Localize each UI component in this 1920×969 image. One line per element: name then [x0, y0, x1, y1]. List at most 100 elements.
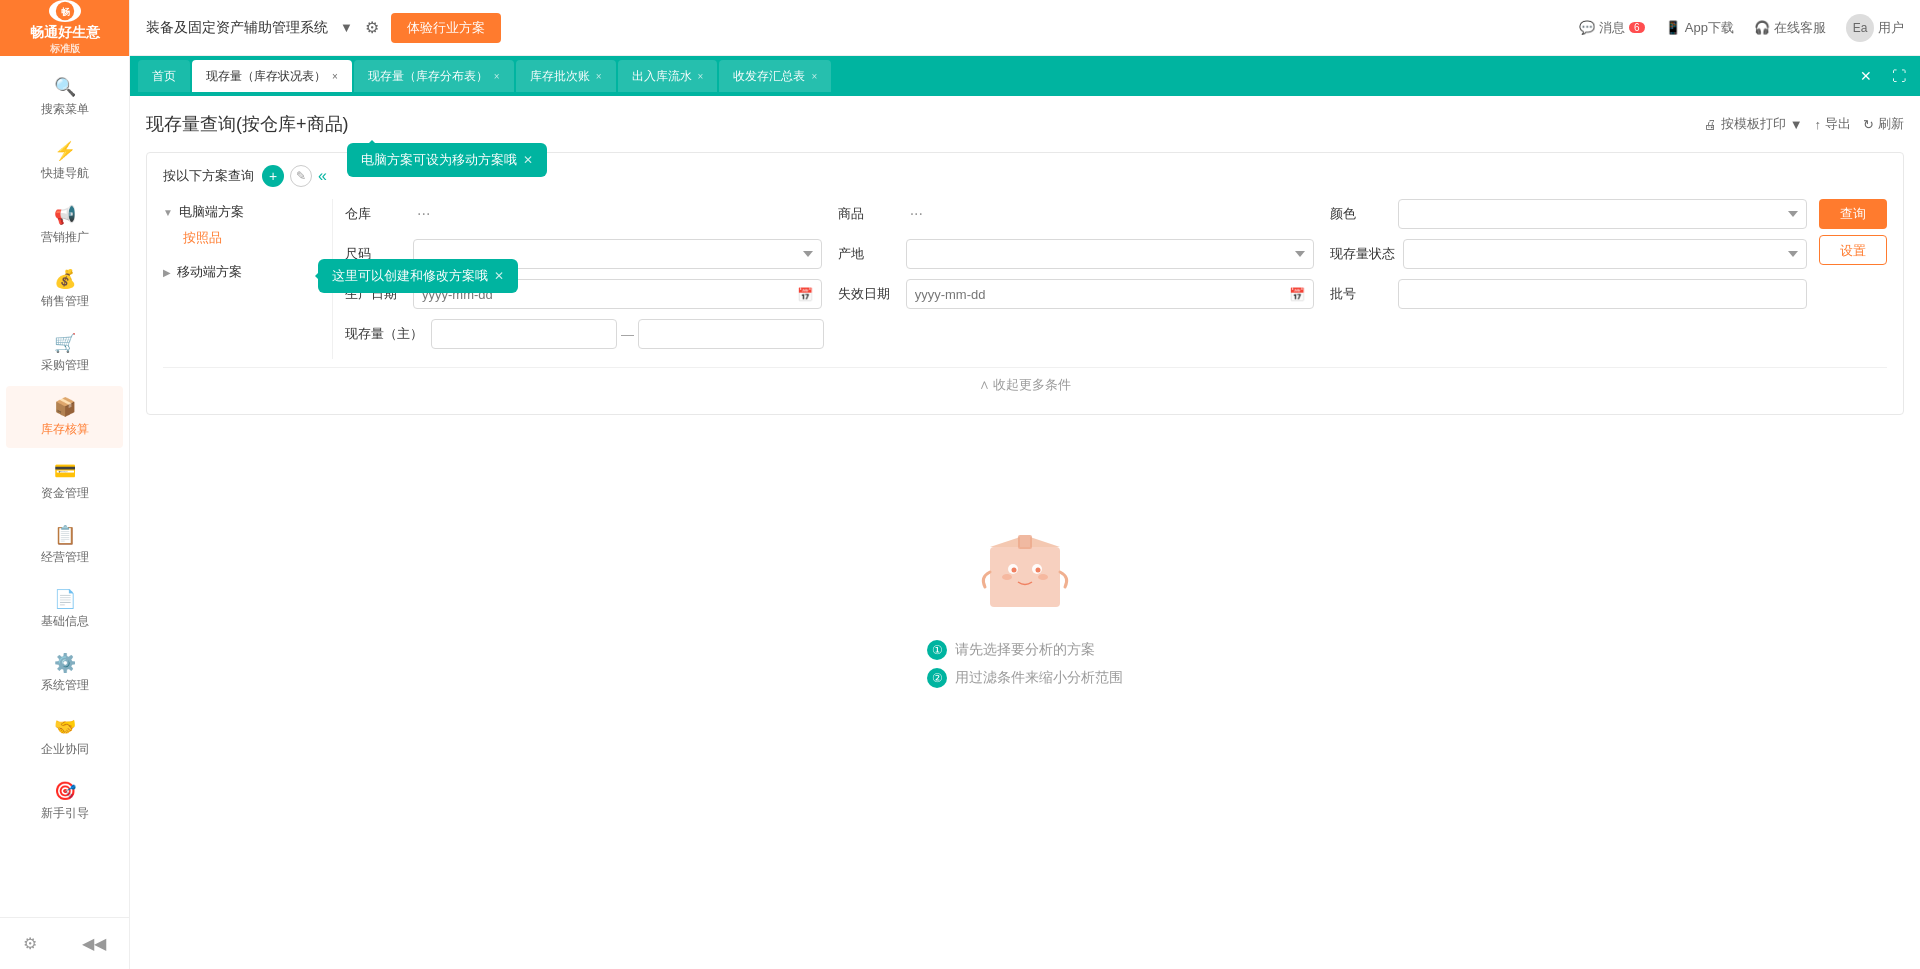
sidebar-item-system[interactable]: ⚙️ 系统管理	[6, 642, 123, 704]
print-button[interactable]: 🖨 按模板打印 ▼	[1704, 115, 1803, 133]
origin-select[interactable]	[906, 239, 1315, 269]
filter-add-button[interactable]: +	[262, 165, 284, 187]
user-item[interactable]: Ea 用户	[1846, 14, 1904, 42]
tab-home[interactable]: 首页	[138, 60, 190, 92]
filter-back-button[interactable]: «	[318, 167, 327, 185]
collapse-sidebar-icon[interactable]: ◀◀	[74, 930, 114, 957]
product-ellipsis-btn[interactable]: ···	[906, 205, 927, 223]
sidebar-item-finance[interactable]: 💳 资金管理	[6, 450, 123, 512]
tooltip2-close-icon[interactable]: ✕	[494, 269, 504, 283]
search-icon: 🔍	[54, 76, 76, 98]
expire-date-calendar-icon[interactable]: 📅	[1289, 287, 1305, 302]
tab-label-inventory_dist: 现存量（库存分布表）	[368, 68, 488, 85]
tab-in_out_flow[interactable]: 出入库流水×	[618, 60, 718, 92]
collapse-bar[interactable]: ∧ 收起更多条件	[163, 367, 1887, 402]
warehouse-label: 仓库	[345, 205, 405, 223]
enterprise-icon: 🤝	[54, 716, 76, 738]
mobile-scheme-header[interactable]: ▶ 移动端方案	[163, 259, 320, 285]
color-select[interactable]	[1398, 199, 1807, 229]
tab-close-batch_account[interactable]: ×	[596, 71, 602, 82]
svg-rect-3	[1018, 535, 1032, 549]
stock-qty-max[interactable]	[638, 319, 824, 349]
tab-inventory_status[interactable]: 现存量（库存状况表） ×	[192, 60, 352, 92]
produce-date-calendar-icon[interactable]: 📅	[797, 287, 813, 302]
header-settings-icon[interactable]: ⚙	[365, 18, 379, 37]
export-button[interactable]: ↑ 导出	[1815, 115, 1852, 133]
filter-field-expire-date: 失效日期 📅	[838, 279, 1315, 309]
sidebar-item-quick[interactable]: ⚡ 快捷导航	[6, 130, 123, 192]
filter-field-stock-status: 现存量状态	[1330, 239, 1807, 269]
sidebar-item-marketing[interactable]: 📢 营销推广	[6, 194, 123, 256]
guide-icon: 🎯	[54, 780, 76, 802]
online-service-item[interactable]: 🎧 在线客服	[1754, 19, 1826, 37]
tab-label-inventory_status: 现存量（库存状况表）	[206, 68, 326, 85]
sidebar-item-basic[interactable]: 📄 基础信息	[6, 578, 123, 640]
tip-1-num: ①	[927, 640, 947, 660]
message-item[interactable]: 💬 消息 6	[1579, 19, 1645, 37]
pc-scheme-arrow-icon: ▼	[163, 207, 173, 218]
tab-close-in_out_flow[interactable]: ×	[698, 71, 704, 82]
tab-receive_summary[interactable]: 收发存汇总表×	[719, 60, 831, 92]
trial-button[interactable]: 体验行业方案	[391, 13, 501, 43]
empty-illustration	[965, 507, 1085, 620]
expire-date-field[interactable]	[915, 287, 1290, 302]
origin-label: 产地	[838, 245, 898, 263]
empty-state: ① 请先选择要分析的方案 ② 用过滤条件来缩小分析范围	[146, 427, 1904, 768]
operation-icon: 📋	[54, 524, 76, 546]
tab-close-receive_summary[interactable]: ×	[811, 71, 817, 82]
app-download-item[interactable]: 📱 App下载	[1665, 19, 1734, 37]
product-label: 商品	[838, 205, 898, 223]
tab-fullscreen-icon[interactable]: ⛶	[1886, 66, 1912, 86]
sidebar-item-inventory[interactable]: 📦 库存核算	[6, 386, 123, 448]
stock-status-label: 现存量状态	[1330, 245, 1395, 263]
filter-row-2: 尺码 产地 现存量状态	[345, 239, 1807, 269]
expire-date-label: 失效日期	[838, 285, 898, 303]
batch-label: 批号	[1330, 285, 1390, 303]
tip-2-num: ②	[927, 668, 947, 688]
svg-point-6	[1012, 568, 1017, 573]
batch-input[interactable]	[1398, 279, 1807, 309]
tab-label-batch_account: 库存批次账	[530, 68, 590, 85]
tab-close-all-icon[interactable]: ✕	[1854, 66, 1878, 86]
export-label: 导出	[1825, 115, 1851, 133]
pc-scheme-item-1[interactable]: 按照品	[163, 225, 320, 251]
svg-point-8	[1002, 574, 1012, 580]
filter-edit-button[interactable]: ✎	[290, 165, 312, 187]
sidebar-bottom: ⚙ ◀◀	[0, 917, 129, 969]
sidebar-item-label-inventory: 库存核算	[41, 421, 89, 438]
search-button[interactable]: 查询	[1819, 199, 1887, 229]
tab-inventory_dist[interactable]: 现存量（库存分布表） ×	[354, 60, 514, 92]
sidebar-item-guide[interactable]: 🎯 新手引导	[6, 770, 123, 832]
reset-button[interactable]: 设置	[1819, 235, 1887, 265]
message-label: 消息	[1599, 19, 1625, 37]
settings-icon[interactable]: ⚙	[15, 930, 45, 957]
tab-close-inventory_status[interactable]: ×	[332, 71, 338, 82]
stock-qty-min[interactable]	[431, 319, 617, 349]
page-title-bar: 现存量查询(按仓库+商品) 🖨 按模板打印 ▼ ↑ 导出 ↻ 刷新	[146, 112, 1904, 136]
svg-text:畅: 畅	[60, 7, 69, 17]
tip-2-text: 用过滤条件来缩小分析范围	[955, 669, 1123, 687]
top-header: 装备及固定资产辅助管理系统 ▼ ⚙ 体验行业方案 💬 消息 6 📱 App下载 …	[130, 0, 1920, 56]
search-buttons: 查询 设置	[1819, 199, 1887, 265]
main-content: 现存量查询(按仓库+商品) 🖨 按模板打印 ▼ ↑ 导出 ↻ 刷新	[130, 96, 1920, 969]
tooltip1-close-icon[interactable]: ✕	[523, 153, 533, 167]
sidebar-item-operation[interactable]: 📋 经营管理	[6, 514, 123, 576]
warehouse-ellipsis-btn[interactable]: ···	[413, 205, 434, 223]
stock-status-select[interactable]	[1403, 239, 1807, 269]
sidebar-item-sales[interactable]: 💰 销售管理	[6, 258, 123, 320]
quick-icon: ⚡	[54, 140, 76, 162]
expire-date-input[interactable]: 📅	[906, 279, 1315, 309]
scheme-tooltip-2: 这里可以创建和修改方案哦 ✕	[318, 259, 518, 293]
tab-close-inventory_dist[interactable]: ×	[494, 71, 500, 82]
sidebar-item-purchase[interactable]: 🛒 采购管理	[6, 322, 123, 384]
pc-scheme-header[interactable]: ▼ 电脑端方案	[163, 199, 320, 225]
sidebar-item-search[interactable]: 🔍 搜索菜单	[6, 66, 123, 128]
tab-bar-right: ✕ ⛶	[1854, 66, 1912, 86]
tab-batch_account[interactable]: 库存批次账 ×	[516, 60, 616, 92]
sidebar-item-enterprise[interactable]: 🤝 企业协同	[6, 706, 123, 768]
refresh-button[interactable]: ↻ 刷新	[1863, 115, 1904, 133]
system-select-dropdown[interactable]: ▼	[340, 20, 353, 35]
inventory-icon: 📦	[54, 396, 76, 418]
sidebar-item-label-enterprise: 企业协同	[41, 741, 89, 758]
sidebar-item-label-operation: 经营管理	[41, 549, 89, 566]
